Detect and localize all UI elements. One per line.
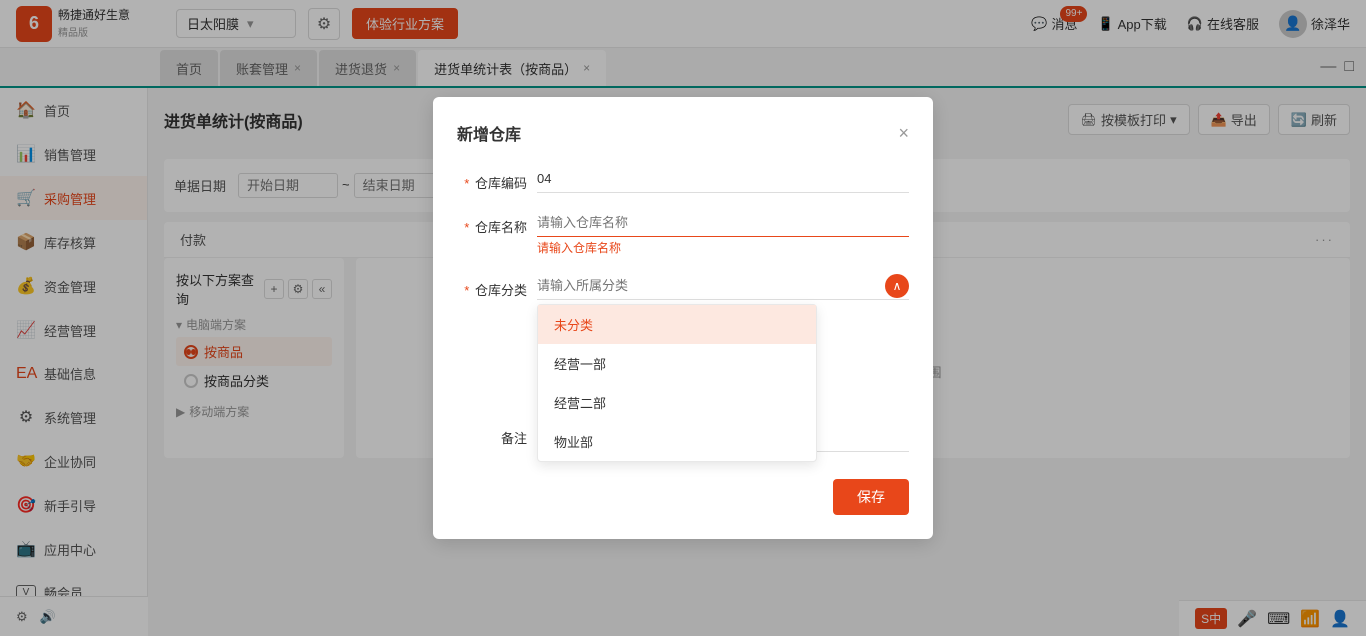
save-button[interactable]: 保存	[833, 479, 909, 515]
warehouse-name-input[interactable]	[537, 209, 909, 237]
warehouse-name-label: 仓库名称	[457, 209, 537, 236]
warehouse-name-control: 请输入仓库名称	[537, 209, 909, 256]
warehouse-category-label: 仓库分类	[457, 272, 537, 299]
dialog-overlay: 新增仓库 × 仓库编码 仓库名称 请输入仓库名称 仓库分类	[0, 0, 1366, 636]
warehouse-category-row: 仓库分类 ∧ 未分类 经营一部 经营二部 物业部	[457, 272, 909, 300]
dropdown-item-ops1[interactable]: 经营一部	[538, 344, 816, 383]
category-dropdown-list: 未分类 经营一部 经营二部 物业部	[537, 304, 817, 462]
warehouse-code-input[interactable]	[537, 165, 909, 193]
warehouse-name-error: 请输入仓库名称	[537, 239, 909, 256]
warehouse-category-wrapper: ∧ 未分类 经营一部 经营二部 物业部	[537, 272, 909, 300]
note-label: 备注	[457, 420, 537, 447]
dropdown-item-uncategorized[interactable]: 未分类	[538, 305, 816, 344]
warehouse-code-row: 仓库编码	[457, 165, 909, 193]
warehouse-category-input[interactable]	[537, 272, 909, 300]
dialog-title: 新增仓库	[457, 121, 521, 145]
warehouse-code-label: 仓库编码	[457, 165, 537, 192]
dialog-header: 新增仓库 ×	[457, 121, 909, 145]
category-dropdown-toggle[interactable]: ∧	[885, 274, 909, 298]
warehouse-code-control	[537, 165, 909, 193]
dropdown-item-property[interactable]: 物业部	[538, 422, 816, 461]
dialog: 新增仓库 × 仓库编码 仓库名称 请输入仓库名称 仓库分类	[433, 97, 933, 539]
dialog-close-button[interactable]: ×	[898, 123, 909, 144]
warehouse-name-row: 仓库名称 请输入仓库名称	[457, 209, 909, 256]
dropdown-item-ops2[interactable]: 经营二部	[538, 383, 816, 422]
dialog-footer: 保存	[457, 479, 909, 515]
